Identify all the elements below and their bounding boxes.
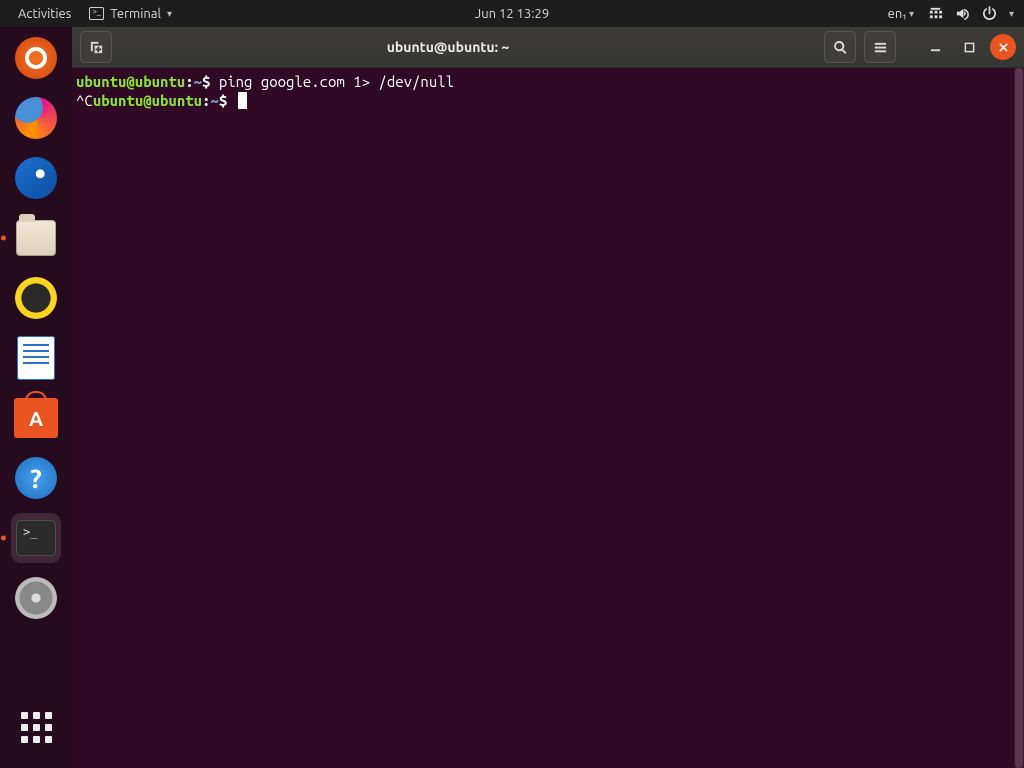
window-maximize-button[interactable] — [956, 34, 982, 60]
libreoffice-writer-icon — [17, 336, 55, 380]
keyboard-layout-label: en₁ — [888, 7, 907, 21]
rhythmbox-icon — [15, 277, 57, 319]
terminal-line: ^Cubuntu@ubuntu:~$ — [76, 91, 1020, 110]
prefix: ^C — [76, 92, 93, 109]
ubuntu-software-icon — [14, 398, 58, 438]
chevron-down-icon: ▾ — [909, 8, 914, 20]
window-titlebar[interactable]: ubuntu@ubuntu: ~ — [72, 27, 1024, 68]
minimize-icon — [930, 42, 941, 53]
new-tab-icon — [89, 40, 104, 55]
dock-item-rhythmbox[interactable] — [11, 273, 61, 323]
dock-item-thunderbird[interactable] — [11, 153, 61, 203]
disks-icon — [15, 577, 57, 619]
network-icon — [928, 6, 943, 21]
terminal-scrollbar[interactable] — [1014, 68, 1024, 768]
dollar: $ — [219, 92, 236, 109]
search-icon — [833, 40, 848, 55]
volume-icon — [955, 6, 970, 21]
ubuntu-icon — [15, 37, 57, 79]
hamburger-menu-button[interactable] — [864, 31, 896, 63]
dock-item-firefox[interactable] — [11, 93, 61, 143]
path: ~ — [194, 73, 202, 90]
dock-item-ubuntu-software[interactable] — [11, 393, 61, 443]
system-status-area: en₁ ▾ ▾ — [888, 6, 1014, 21]
gnome-top-panel: Activities Terminal ▾ Jun 12 13:29 en₁ ▾… — [0, 0, 1024, 27]
dock-item-terminal[interactable] — [11, 513, 61, 563]
dock: ? — [0, 27, 72, 768]
terminal-cursor — [238, 92, 247, 109]
scrollbar-thumb[interactable] — [1015, 68, 1023, 768]
cmd: ping google.com 1> /dev/null — [219, 73, 454, 90]
files-icon — [16, 220, 56, 256]
colon: : — [185, 73, 193, 90]
firefox-icon — [15, 97, 57, 139]
terminal-icon — [16, 520, 56, 556]
app-menu-button[interactable]: Terminal ▾ — [79, 7, 182, 21]
dock-item-libreoffice-writer[interactable] — [11, 333, 61, 383]
terminal-icon — [89, 7, 104, 20]
search-button[interactable] — [824, 31, 856, 63]
dock-item-ubuntu[interactable] — [11, 33, 61, 83]
desktop: ? ubuntu@ubuntu: ~ — [0, 27, 1024, 768]
dollar: $ — [202, 73, 219, 90]
user: ubuntu@ubuntu — [93, 92, 202, 109]
path: ~ — [210, 92, 218, 109]
show-applications-button[interactable] — [11, 702, 61, 752]
dock-item-help[interactable]: ? — [11, 453, 61, 503]
app-menu-label: Terminal — [110, 7, 161, 21]
help-icon: ? — [15, 457, 57, 499]
terminal-viewport[interactable]: ubuntu@ubuntu:~$ ping google.com 1> /dev… — [72, 68, 1024, 768]
window-close-button[interactable] — [990, 34, 1016, 60]
new-tab-button[interactable] — [80, 31, 112, 63]
terminal-line: ubuntu@ubuntu:~$ ping google.com 1> /dev… — [76, 72, 1020, 91]
window-title: ubuntu@ubuntu: ~ — [120, 39, 816, 55]
dock-item-disks[interactable] — [11, 573, 61, 623]
power-icon — [982, 6, 997, 21]
keyboard-layout-indicator[interactable]: en₁ ▾ — [888, 7, 914, 21]
close-icon — [998, 42, 1009, 53]
clock-label[interactable]: Jun 12 13:29 — [475, 7, 549, 21]
maximize-icon — [964, 42, 975, 53]
hamburger-icon — [873, 40, 888, 55]
thunderbird-icon — [15, 157, 57, 199]
terminal-window: ubuntu@ubuntu: ~ ubuntu@ubuntu:~$ ping g… — [72, 27, 1024, 768]
user: ubuntu@ubuntu — [76, 73, 185, 90]
chevron-down-icon: ▾ — [1009, 8, 1014, 20]
system-menu[interactable]: ▾ — [928, 6, 1014, 21]
dock-item-files[interactable] — [11, 213, 61, 263]
window-minimize-button[interactable] — [922, 34, 948, 60]
chevron-down-icon: ▾ — [167, 8, 172, 20]
activities-button[interactable]: Activities — [10, 7, 79, 21]
